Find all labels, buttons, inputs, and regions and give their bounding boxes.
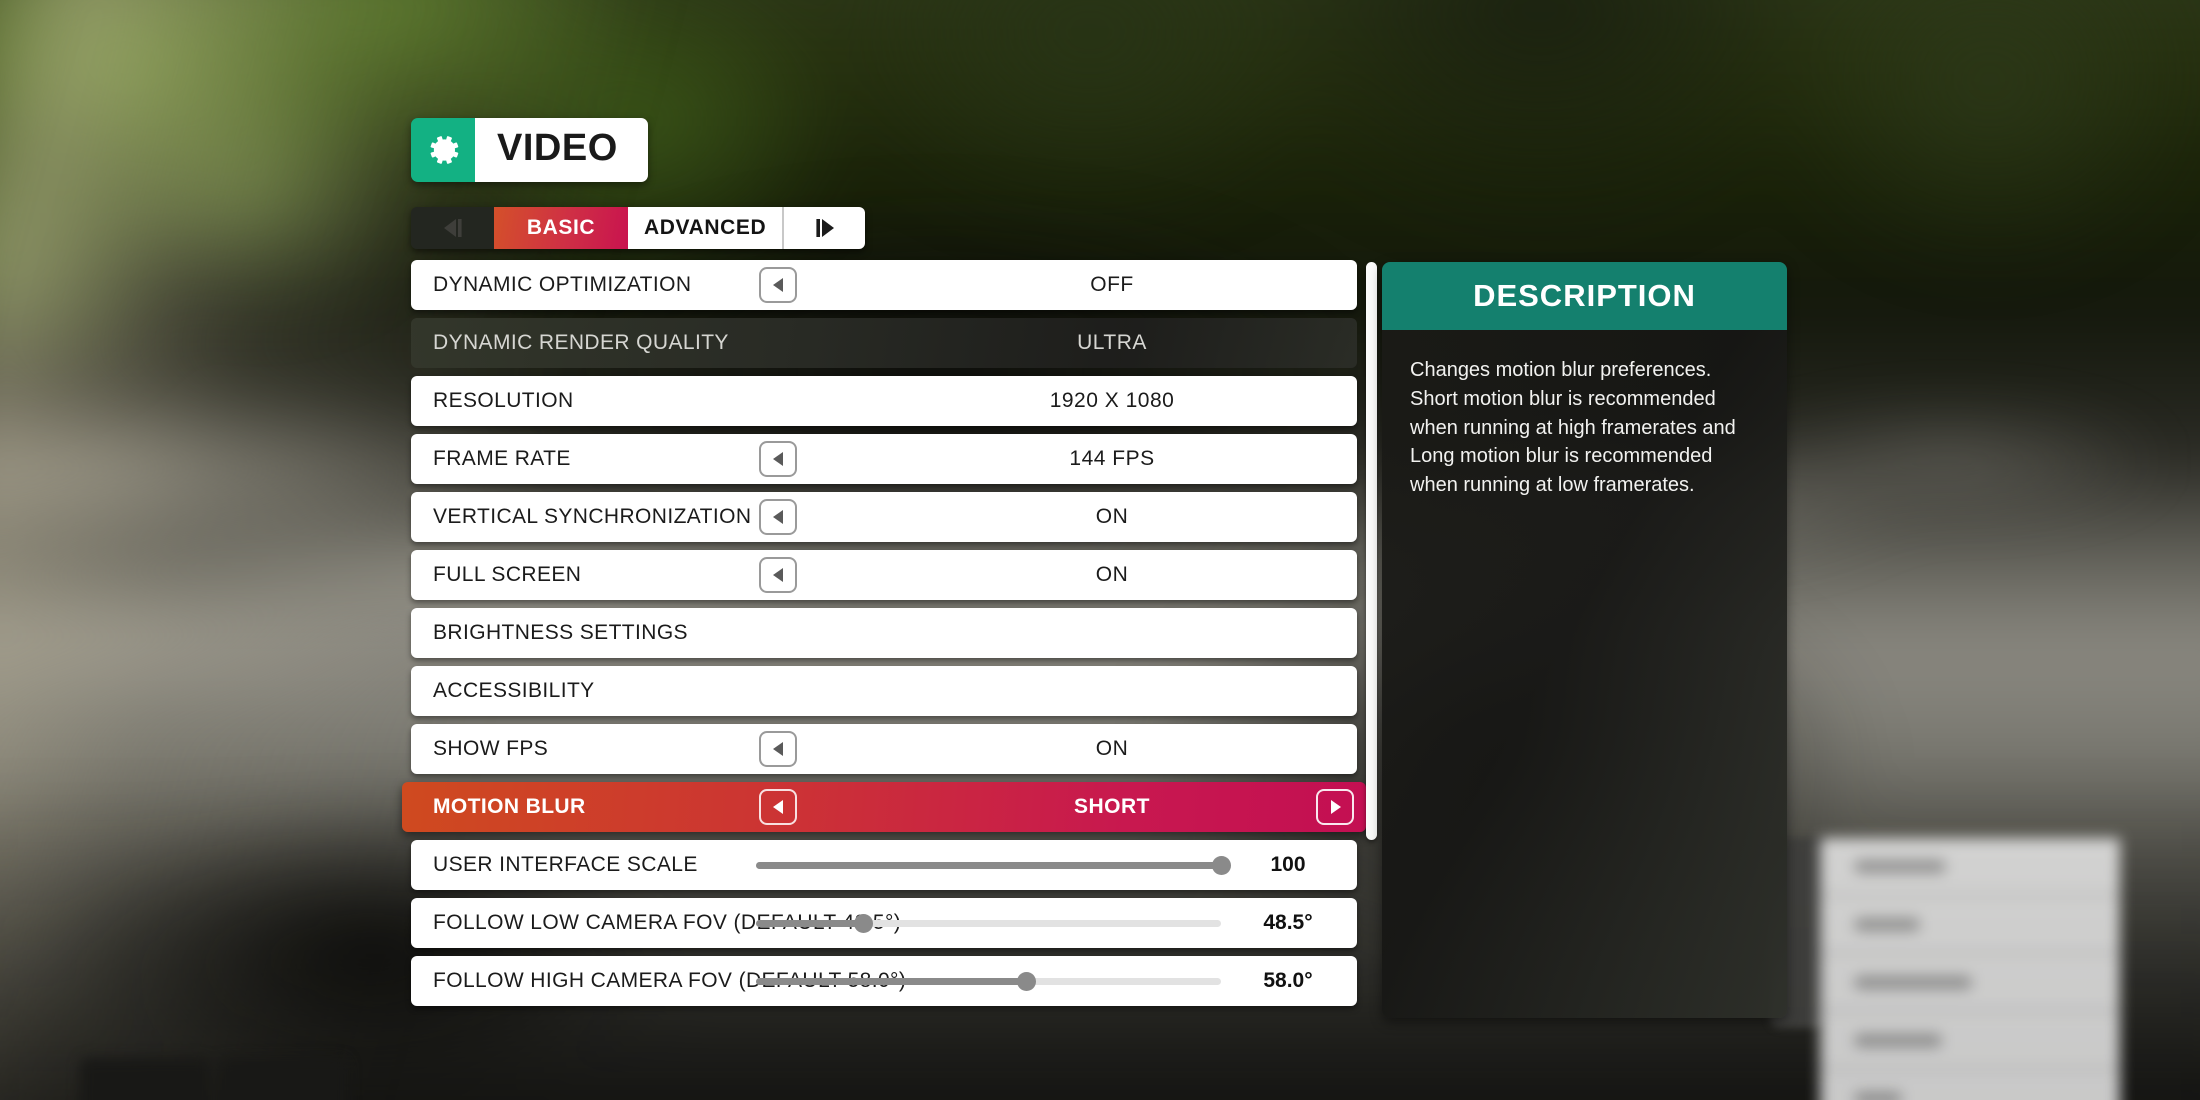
setting-row-dynamic-optimization[interactable]: DYNAMIC OPTIMIZATION OFF [411,260,1357,310]
tab-advanced[interactable]: ADVANCED [628,207,783,249]
page-title: VIDEO [475,118,648,182]
background-menu-row [1820,896,2120,954]
page-title-chip: VIDEO [411,118,648,182]
description-panel: DESCRIPTION Changes motion blur preferen… [1382,262,1787,1018]
setting-row-follow-high-camera-fov[interactable]: FOLLOW HIGH CAMERA FOV (DEFAULT 58.0°) 5… [411,956,1357,1006]
setting-label: MOTION BLUR [433,795,586,818]
description-body: Changes motion blur preferences. Short m… [1382,330,1787,1018]
setting-row-show-fps[interactable]: SHOW FPS ON [411,724,1357,774]
slider-knob[interactable] [1212,855,1231,875]
category-tabbar: BASIC ADVANCED [411,207,866,249]
background-button [80,1058,210,1100]
tab-basic-label: BASIC [526,216,596,239]
setting-label: ACCESSIBILITY [433,679,595,702]
slider-fill [756,919,863,927]
background-menu-row [1820,1070,2120,1100]
tab-basic[interactable]: BASIC [494,207,628,249]
setting-value: SHORT [1074,795,1150,818]
setting-row-follow-low-camera-fov[interactable]: FOLLOW LOW CAMERA FOV (DEFAULT 48.5°) 48… [411,898,1357,948]
tab-advanced-label: ADVANCED [644,216,767,239]
slider-knob[interactable] [1016,971,1036,991]
description-title: DESCRIPTION [1473,278,1696,313]
slider-value: 58.0° [1263,969,1313,992]
setting-label: VERTICAL SYNCHRONIZATION [433,505,752,528]
setting-row-brightness-settings[interactable]: BRIGHTNESS SETTINGS [411,608,1357,658]
setting-label: BRIGHTNESS SETTINGS [433,621,688,644]
decrease-arrow-icon[interactable] [759,499,797,535]
background-submenu-panel [1820,838,2120,1100]
background-buttons [80,1058,348,1100]
decrease-arrow-icon[interactable] [759,557,797,593]
description-text: Changes motion blur preferences. Short m… [1410,359,1736,497]
increase-arrow-icon[interactable] [1316,789,1354,825]
setting-value: 1920 X 1080 [1049,389,1175,412]
nav-right-icon[interactable] [782,207,866,249]
gear-icon [411,118,475,182]
background-menu-row [1820,838,2120,896]
setting-label: DYNAMIC OPTIMIZATION [433,273,692,296]
setting-row-accessibility[interactable]: ACCESSIBILITY [411,666,1357,716]
decrease-arrow-icon[interactable] [759,267,797,303]
slider-fill [756,861,1221,869]
slider-value: 100 [1270,853,1306,876]
setting-value: ON [1095,563,1129,586]
background-button [218,1058,348,1100]
nav-left-icon[interactable] [411,207,494,249]
settings-list: DYNAMIC OPTIMIZATION OFF DYNAMIC RENDER … [402,260,1366,1014]
setting-row-dynamic-render-quality: DYNAMIC RENDER QUALITY ULTRA [411,318,1357,368]
background-menu-row [1820,1012,2120,1070]
setting-row-frame-rate[interactable]: FRAME RATE 144 FPS [411,434,1357,484]
slider-track[interactable] [756,913,1221,933]
setting-value: ON [1095,737,1129,760]
background-menu-row [1820,954,2120,1012]
decrease-arrow-icon[interactable] [759,789,797,825]
setting-label: USER INTERFACE SCALE [433,853,698,876]
setting-row-user-interface-scale[interactable]: USER INTERFACE SCALE 100 [411,840,1357,890]
list-scrollbar[interactable] [1366,262,1377,840]
setting-row-resolution[interactable]: RESOLUTION 1920 X 1080 [411,376,1357,426]
setting-label: DYNAMIC RENDER QUALITY [433,331,729,354]
decrease-arrow-icon[interactable] [759,731,797,767]
slider-track[interactable] [756,855,1231,875]
slider-fill [756,977,1026,985]
setting-label: RESOLUTION [433,389,574,412]
setting-value: ON [1095,505,1129,528]
setting-label: FRAME RATE [433,447,571,470]
setting-value: OFF [1090,273,1134,296]
slider-track[interactable] [756,971,1221,991]
description-header: DESCRIPTION [1382,262,1787,330]
setting-row-motion-blur[interactable]: MOTION BLUR SHORT [402,782,1366,832]
setting-row-vertical-synchronization[interactable]: VERTICAL SYNCHRONIZATION ON [411,492,1357,542]
slider-knob[interactable] [853,913,873,933]
setting-row-full-screen[interactable]: FULL SCREEN ON [411,550,1357,600]
setting-label: SHOW FPS [433,737,549,760]
slider-value: 48.5° [1263,911,1313,934]
decrease-arrow-icon[interactable] [759,441,797,477]
setting-value: 144 FPS [1069,447,1155,470]
setting-label: FULL SCREEN [433,563,582,586]
setting-value: ULTRA [1077,331,1147,354]
